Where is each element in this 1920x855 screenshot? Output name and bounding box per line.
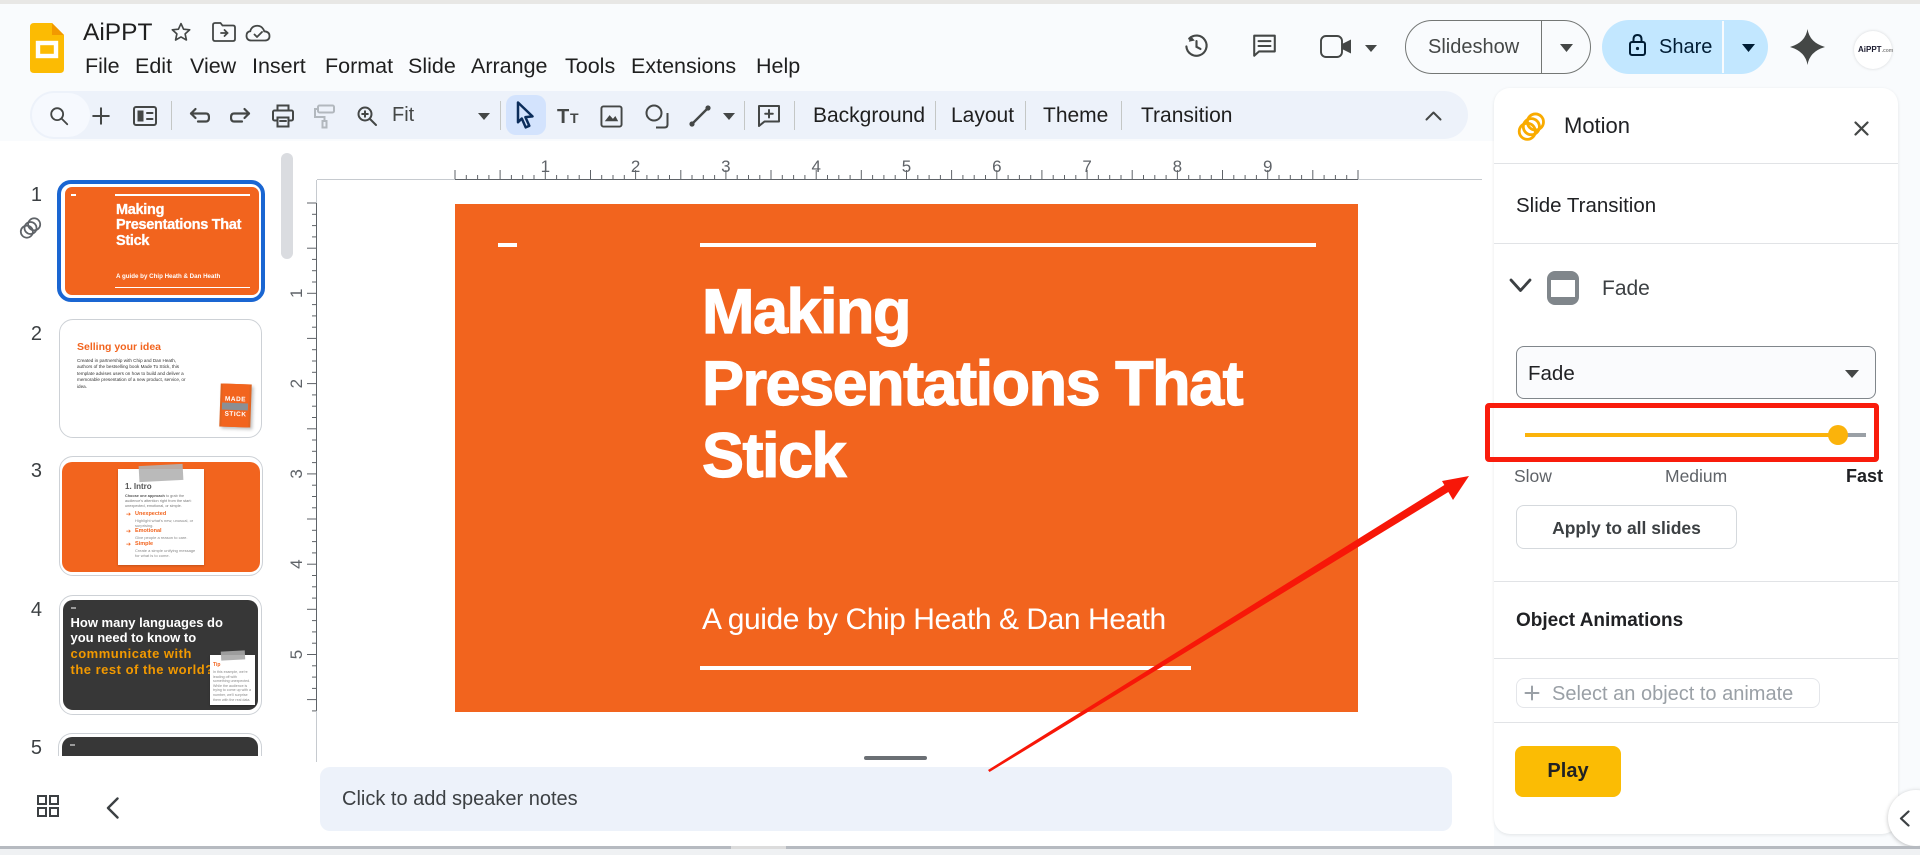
svg-text:2: 2 — [287, 379, 306, 388]
svg-text:6: 6 — [992, 157, 1001, 176]
svg-text:2: 2 — [631, 157, 640, 176]
svg-text:5: 5 — [287, 650, 306, 659]
svg-text:4: 4 — [811, 157, 820, 176]
svg-text:1: 1 — [541, 157, 550, 176]
svg-text:9: 9 — [1263, 157, 1272, 176]
svg-text:1: 1 — [287, 289, 306, 298]
svg-text:5: 5 — [902, 157, 911, 176]
svg-text:3: 3 — [287, 469, 306, 478]
svg-text:3: 3 — [721, 157, 730, 176]
svg-text:4: 4 — [287, 559, 306, 568]
svg-text:8: 8 — [1173, 157, 1182, 176]
svg-text:7: 7 — [1082, 157, 1091, 176]
